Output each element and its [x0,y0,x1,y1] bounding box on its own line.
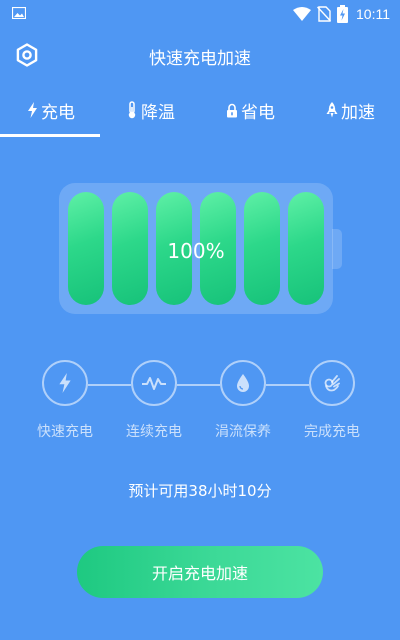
ok-hand-icon [324,375,340,392]
charging-stages: 快速充电 连续充电 涓流保养 完成充电 [0,360,400,450]
no-sim-icon [317,6,331,22]
stage-circle [220,360,266,406]
page-title: 快速充电加速 [149,49,251,69]
droplet-icon [237,374,249,392]
stage-fast-charge: 快速充电 [20,360,110,441]
battery-graphic: 100% [59,183,333,314]
tab-active-indicator [0,134,100,137]
stage-complete: 完成充电 [287,360,377,441]
tab-label: 降温 [141,102,175,123]
stage-label: 完成充电 [304,424,360,440]
tab-label: 充电 [41,102,75,123]
wifi-icon [293,7,311,21]
status-bar: 10:11 [0,0,400,28]
stage-circle [309,360,355,406]
stage-trickle-care: 涓流保养 [198,360,288,441]
tab-save[interactable]: 省电 [200,88,300,132]
status-time: 10:11 [356,6,390,22]
tab-label: 加速 [341,102,375,123]
stage-continuous-charge: 连续充电 [109,360,199,441]
lightning-icon [59,373,71,393]
battery-charging-icon [337,5,348,23]
tab-label: 省电 [241,102,275,123]
lightning-icon [25,102,39,118]
estimated-time: 预计可用38小时10分 [128,482,272,500]
pulse-icon [142,377,166,390]
stage-label: 连续充电 [126,424,182,440]
app-header: 快速充电加速 [0,34,400,76]
battery-percent: 100% [167,239,225,263]
tab-boost[interactable]: 加速 [300,88,400,132]
stage-circle [42,360,88,406]
battery-terminal [332,229,342,269]
gallery-icon [12,7,26,19]
tab-bar: 充电 降温 省电 加速 [0,88,400,138]
tab-cool[interactable]: 降温 [100,88,200,132]
thermometer-icon [125,101,139,119]
start-boost-button[interactable]: 开启充电加速 [77,546,323,598]
lock-icon [225,102,239,118]
tab-charge[interactable]: 充电 [0,88,100,132]
rocket-icon [325,102,339,118]
stage-label: 快速充电 [37,424,93,440]
stage-label: 涓流保养 [215,424,271,440]
stage-circle [131,360,177,406]
